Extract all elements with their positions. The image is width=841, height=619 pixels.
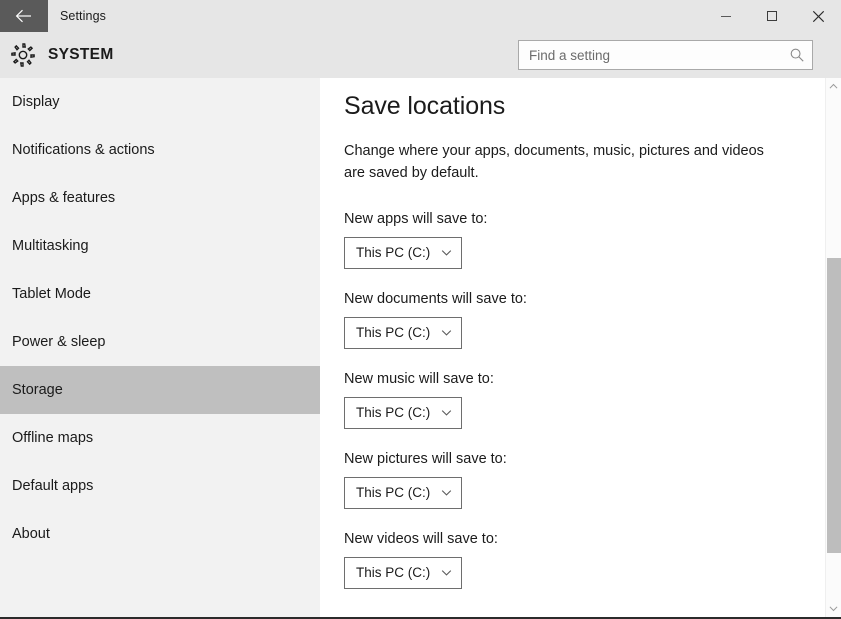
chevron-down-icon [441, 410, 452, 416]
sidebar-item-display[interactable]: Display [0, 78, 320, 126]
sidebar-item-label: Power & sleep [12, 334, 106, 350]
new-documents-location-dropdown[interactable]: This PC (C:) [344, 316, 462, 349]
main-panel: Save locations Change where your apps, d… [320, 78, 825, 617]
sidebar-item-offline-maps[interactable]: Offline maps [0, 414, 320, 462]
chevron-up-icon [829, 83, 838, 89]
dropdown-value: This PC (C:) [356, 565, 431, 580]
new-apps-location-dropdown[interactable]: This PC (C:) [344, 236, 462, 269]
setting-group-new-videos: New videos will save to: This PC (C:) [344, 531, 801, 589]
setting-group-new-apps: New apps will save to: This PC (C:) [344, 211, 801, 269]
maximize-button[interactable] [749, 0, 795, 32]
gear-icon [11, 43, 35, 67]
sidebar-item-tablet-mode[interactable]: Tablet Mode [0, 270, 320, 318]
setting-label: New apps will save to: [344, 210, 488, 227]
sidebar-item-label: Display [12, 94, 60, 110]
back-arrow-icon [15, 9, 31, 23]
dropdown-value: This PC (C:) [356, 485, 431, 500]
sidebar-item-about[interactable]: About [0, 510, 320, 558]
close-icon [812, 10, 824, 22]
sidebar-item-notifications-actions[interactable]: Notifications & actions [0, 126, 320, 174]
search-box[interactable] [518, 40, 813, 70]
dropdown-value: This PC (C:) [356, 325, 431, 340]
search-icon[interactable] [782, 47, 812, 63]
sidebar-item-label: About [12, 526, 50, 542]
new-videos-location-dropdown[interactable]: This PC (C:) [344, 556, 462, 589]
setting-label: New videos will save to: [344, 530, 498, 547]
dropdown-value: This PC (C:) [356, 405, 431, 420]
sidebar-item-default-apps[interactable]: Default apps [0, 462, 320, 510]
system-header: SYSTEM [10, 38, 114, 72]
page-title: Save locations [344, 92, 506, 120]
window-title: Settings [60, 9, 106, 23]
setting-label: New pictures will save to: [344, 450, 507, 467]
minimize-icon [721, 16, 731, 17]
setting-group-new-pictures: New pictures will save to: This PC (C:) [344, 451, 801, 509]
magnifier-icon [790, 48, 804, 62]
scroll-up-button[interactable] [826, 78, 841, 95]
category-title: SYSTEM [48, 46, 114, 63]
setting-label: New documents will save to: [344, 290, 527, 307]
category-header-band: SYSTEM [0, 32, 841, 78]
settings-window: Settings SYSTEM Find a setting Display N… [0, 0, 841, 619]
sidebar-item-power-sleep[interactable]: Power & sleep [0, 318, 320, 366]
chevron-down-icon [441, 250, 452, 256]
titlebar-spacer [106, 0, 703, 32]
close-button[interactable] [795, 0, 841, 32]
chevron-down-icon [441, 490, 452, 496]
sidebar-item-label: Offline maps [12, 430, 94, 446]
chevron-down-icon [829, 606, 838, 612]
page-description: Change where your apps, documents, music… [344, 143, 764, 181]
sidebar-item-label: Multitasking [12, 238, 89, 254]
sidebar-item-label: Default apps [12, 478, 94, 494]
title-bar: Settings [0, 0, 841, 32]
chevron-down-icon [441, 330, 452, 336]
setting-label: New music will save to: [344, 370, 494, 387]
content-area: Display Notifications & actions Apps & f… [0, 78, 841, 617]
sidebar-item-label: Notifications & actions [12, 142, 155, 158]
back-button[interactable] [0, 0, 48, 32]
scroll-thumb[interactable] [827, 258, 841, 553]
new-music-location-dropdown[interactable]: This PC (C:) [344, 396, 462, 429]
sidebar-item-label: Apps & features [12, 190, 116, 206]
new-pictures-location-dropdown[interactable]: This PC (C:) [344, 476, 462, 509]
scroll-down-button[interactable] [826, 600, 841, 617]
sidebar-item-storage[interactable]: Storage [0, 366, 320, 414]
minimize-button[interactable] [703, 0, 749, 32]
maximize-icon [767, 11, 777, 21]
chevron-down-icon [441, 570, 452, 576]
dropdown-value: This PC (C:) [356, 245, 431, 260]
sidebar-item-label: Tablet Mode [12, 286, 91, 302]
search-input[interactable] [519, 42, 782, 68]
sidebar-item-apps-features[interactable]: Apps & features [0, 174, 320, 222]
sidebar-item-label: Storage [12, 382, 63, 398]
vertical-scrollbar[interactable] [825, 78, 841, 617]
setting-group-new-music: New music will save to: This PC (C:) [344, 371, 801, 429]
setting-group-new-documents: New documents will save to: This PC (C:) [344, 291, 801, 349]
main-panel-inner: Save locations Change where your apps, d… [320, 78, 825, 611]
settings-sidebar: Display Notifications & actions Apps & f… [0, 78, 320, 617]
sidebar-item-multitasking[interactable]: Multitasking [0, 222, 320, 270]
